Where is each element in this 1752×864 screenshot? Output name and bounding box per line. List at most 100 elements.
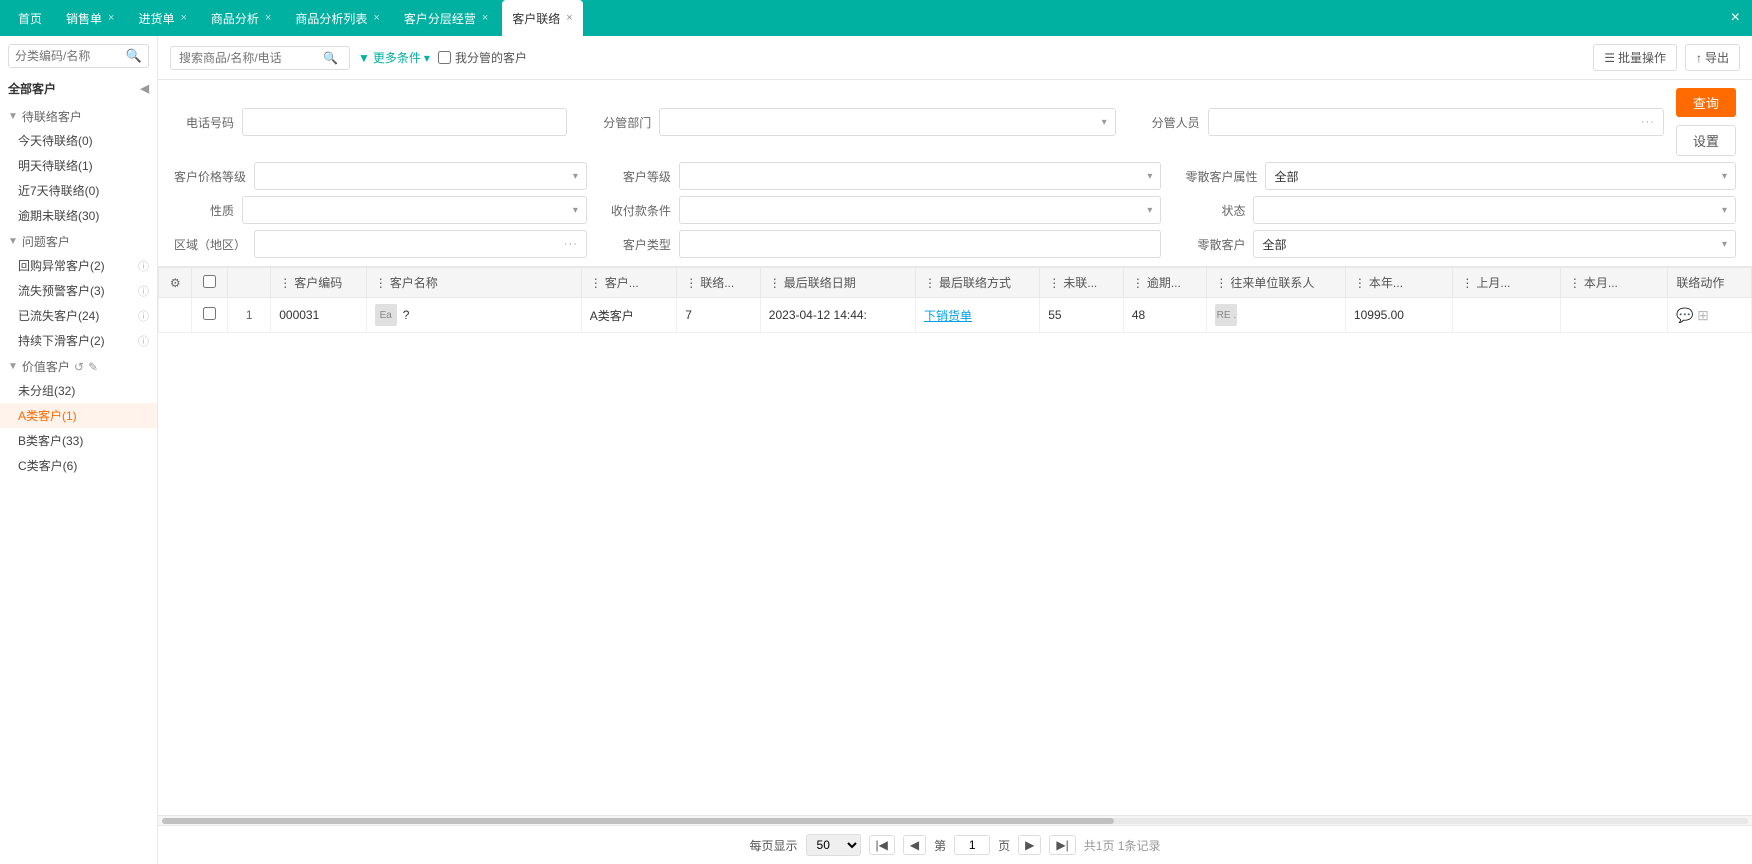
th-contact-sort: ⋮ <box>685 276 697 290</box>
sidebar-item-b-class-label: B类客户(33) <box>18 432 83 449</box>
action-chat-icon[interactable]: 💬 <box>1676 307 1693 323</box>
field-manager-select[interactable]: ··· <box>1208 108 1664 136</box>
batch-op-button[interactable]: ☰ 批量操作 <box>1593 44 1677 71</box>
sidebar-item-overdue[interactable]: 逾期未联络(30) <box>0 203 157 228</box>
sidebar-item-b-class[interactable]: B类客户(33) <box>0 428 157 453</box>
th-overdue[interactable]: ⋮逾期... <box>1123 268 1207 298</box>
th-checkbox[interactable] <box>192 268 228 298</box>
field-payment-select[interactable]: ▾ <box>679 196 1162 224</box>
cell-checkbox[interactable] <box>192 298 228 333</box>
th-uncontact[interactable]: ⋮未联... <box>1040 268 1124 298</box>
sidebar-group-value[interactable]: ▼ 价值客户 ↺ ✎ <box>0 353 157 378</box>
sidebar-group-problem[interactable]: ▼ 问题客户 <box>0 228 157 253</box>
th-last-date[interactable]: ⋮最后联络日期 <box>760 268 915 298</box>
field-region-select[interactable]: ··· <box>254 230 587 258</box>
field-scatter-customer-value: 全部 <box>1262 236 1286 253</box>
cell-settings <box>159 298 192 333</box>
sidebar-item-tomorrow[interactable]: 明天待联络(1) <box>0 153 157 178</box>
cell-last-way[interactable]: 下销货单 <box>916 298 1040 333</box>
th-code[interactable]: ⋮客户编码 <box>271 268 367 298</box>
last-page-button[interactable]: ▶| <box>1049 835 1075 855</box>
value-group-edit-icon[interactable]: ✎ <box>88 360 98 374</box>
my-customers-checkbox-group[interactable]: 我分管的客户 <box>438 49 527 66</box>
th-last-month[interactable]: ⋮上月... <box>1453 268 1560 298</box>
th-type[interactable]: ⋮客户... <box>581 268 677 298</box>
nav-tab-0-close[interactable]: × <box>108 12 114 24</box>
query-button[interactable]: 查询 <box>1676 88 1736 117</box>
window-close-button[interactable]: × <box>1727 5 1744 31</box>
field-phone-input[interactable] <box>242 108 567 136</box>
value-group-refresh-icon[interactable]: ↺ <box>74 360 84 374</box>
nav-tab-1[interactable]: 进货单 × <box>128 0 196 36</box>
table-row: 1 000031 Ea ? A类客户 7 2023-04-12 14:44: <box>159 298 1752 333</box>
nav-tab-4-close[interactable]: × <box>482 12 488 24</box>
field-customer-type: 客户类型 <box>611 230 1162 258</box>
sidebar-item-declining[interactable]: 持续下滑客户(2) ⓘ <box>0 328 157 353</box>
prev-page-button[interactable]: ◀ <box>903 835 926 855</box>
last-way-link[interactable]: 下销货单 <box>924 309 972 323</box>
nav-home[interactable]: 首页 <box>8 0 52 36</box>
cell-action[interactable]: 💬 ⊞ <box>1668 298 1752 333</box>
sidebar-search-box[interactable]: 🔍 <box>8 44 149 68</box>
th-this-month[interactable]: ⋮本月... <box>1560 268 1667 298</box>
price-level-arrow: ▾ <box>573 171 578 182</box>
field-customer-type-input[interactable] <box>679 230 1162 258</box>
field-dept: 分管部门 ▾ <box>591 108 1115 136</box>
nav-tab-5[interactable]: 客户联络 × <box>502 0 582 36</box>
th-unit[interactable]: ⋮往来单位联系人 <box>1207 268 1346 298</box>
table-header-row: ⚙ ⋮客户编码 ⋮客户名称 ⋮客户... <box>159 268 1752 298</box>
nav-tab-4[interactable]: 客户分层经营 × <box>394 0 498 36</box>
first-page-button[interactable]: |◀ <box>869 835 895 855</box>
nav-tab-2-close[interactable]: × <box>265 12 271 24</box>
horizontal-scrollbar[interactable] <box>158 815 1752 825</box>
th-name[interactable]: ⋮客户名称 <box>366 268 581 298</box>
field-price-level-label: 客户价格等级 <box>174 168 246 185</box>
nav-tab-1-close[interactable]: × <box>180 12 186 24</box>
export-button[interactable]: ↑ 导出 <box>1685 44 1740 71</box>
filter-search-input[interactable] <box>179 51 319 65</box>
filter-search-box[interactable]: 🔍 <box>170 46 350 70</box>
field-nature-select[interactable]: ▾ <box>242 196 587 224</box>
nav-tab-0[interactable]: 销售单 × <box>56 0 124 36</box>
info-icon-declining: ⓘ <box>138 333 149 349</box>
field-dept-select[interactable]: ▾ <box>659 108 1115 136</box>
nav-tab-3[interactable]: 商品分析列表 × <box>285 0 389 36</box>
settings-button[interactable]: 设置 <box>1676 125 1736 156</box>
th-settings[interactable]: ⚙ <box>159 268 192 298</box>
th-contact[interactable]: ⋮联络... <box>677 268 761 298</box>
next-page-button[interactable]: ▶ <box>1018 835 1041 855</box>
page-size-select[interactable]: 50 20 100 <box>806 834 861 856</box>
sidebar-item-churn-warn[interactable]: 流失预警客户(3) ⓘ <box>0 278 157 303</box>
sidebar-group-pending[interactable]: ▼ 待联络客户 <box>0 103 157 128</box>
nav-tab-3-close[interactable]: × <box>373 12 379 24</box>
payment-arrow: ▾ <box>1147 205 1152 216</box>
scrollbar-track[interactable] <box>162 818 1748 824</box>
th-year[interactable]: ⋮本年... <box>1345 268 1452 298</box>
page-number-input[interactable] <box>954 835 990 855</box>
sidebar-item-churned[interactable]: 已流失客户(24) ⓘ <box>0 303 157 328</box>
select-all-checkbox[interactable] <box>203 275 216 288</box>
field-scatter-attr-select[interactable]: 全部 ▾ <box>1265 162 1736 190</box>
more-filters-btn[interactable]: ▼ 更多条件 ▾ <box>358 49 430 66</box>
sidebar-item-7days[interactable]: 近7天待联络(0) <box>0 178 157 203</box>
adv-filter-panel: 电话号码 分管部门 ▾ 分管人员 ··· <box>158 80 1752 267</box>
row-checkbox[interactable] <box>203 307 216 320</box>
action-more-icon[interactable]: ⊞ <box>1697 307 1709 323</box>
field-status-select[interactable]: ▾ <box>1253 196 1736 224</box>
sidebar-all-customers[interactable]: 全部客户 ◀ <box>0 74 157 103</box>
unit-avatar: RE . <box>1215 304 1237 326</box>
sidebar-item-repurchase[interactable]: 回购异常客户(2) ⓘ <box>0 253 157 278</box>
my-customers-checkbox[interactable] <box>438 51 451 64</box>
field-scatter-customer-select[interactable]: 全部 ▾ <box>1253 230 1736 258</box>
sidebar-search-input[interactable] <box>15 49 122 63</box>
nav-tab-2[interactable]: 商品分析 × <box>201 0 281 36</box>
sidebar-item-today[interactable]: 今天待联络(0) <box>0 128 157 153</box>
field-customer-level-select[interactable]: ▾ <box>679 162 1162 190</box>
sidebar-item-c-class[interactable]: C类客户(6) <box>0 453 157 478</box>
sidebar-item-a-class[interactable]: A类客户(1) <box>0 403 157 428</box>
sidebar-item-ungrouped[interactable]: 未分组(32) <box>0 378 157 403</box>
th-last-way[interactable]: ⋮最后联络方式 <box>916 268 1040 298</box>
scrollbar-thumb[interactable] <box>162 818 1114 824</box>
nav-tab-5-close[interactable]: × <box>566 12 572 24</box>
field-price-level-select[interactable]: ▾ <box>254 162 587 190</box>
